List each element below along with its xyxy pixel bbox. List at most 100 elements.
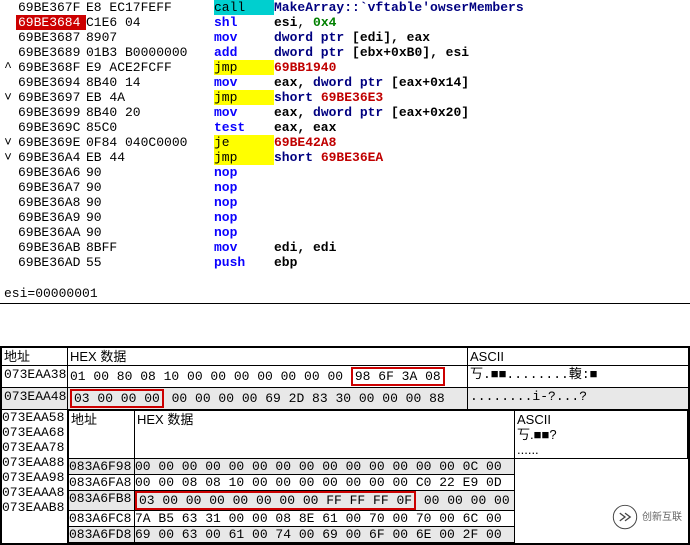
dump-row[interactable]: 073EAA3801 00 80 08 10 00 00 00 00 00 00… <box>2 366 689 388</box>
mnemonic: mov <box>214 75 274 90</box>
operands: dword ptr [ebx+0xB0], esi <box>274 45 686 60</box>
dump-row[interactable]: 083A6FD869 00 63 00 61 00 74 00 69 00 6F… <box>69 527 688 543</box>
mnemonic: mov <box>214 240 274 255</box>
col-address[interactable]: 地址 <box>69 411 135 459</box>
dump-addr: 073EAA98 <box>2 470 67 485</box>
bytes: EB 44 <box>86 150 214 165</box>
bytes: 55 <box>86 255 214 270</box>
disassembly-panel[interactable]: 69BE367FE8 EC17FEFFcallMakeArray::`vftab… <box>0 0 690 312</box>
dump-row[interactable]: 083A6FC87A B5 63 31 00 00 08 8E 61 00 70… <box>69 511 688 527</box>
mnemonic: nop <box>214 180 274 195</box>
address: 69BE3684 <box>16 15 86 30</box>
operands: ebp <box>274 255 686 270</box>
col-address[interactable]: 地址 <box>2 348 68 366</box>
dump-row[interactable]: 083A6F9800 00 00 00 00 00 00 00 00 00 00… <box>69 459 688 475</box>
dump-addr: 083A6F98 <box>69 459 135 475</box>
dump-hex: 00 00 08 08 10 00 00 00 00 00 00 00 C0 2… <box>135 475 515 491</box>
operands: MakeArray::`vftable'owserMembers <box>274 0 686 15</box>
disasm-row[interactable]: 69BE36AD55pushebp <box>0 255 690 270</box>
panel-divider <box>0 303 690 304</box>
bytes: 90 <box>86 195 214 210</box>
address: 69BE36A7 <box>16 180 86 195</box>
bytes: E9 ACE2FCFF <box>86 60 214 75</box>
mnemonic: push <box>214 255 274 270</box>
mnemonic: nop <box>214 195 274 210</box>
operands: eax, dword ptr [eax+0x14] <box>274 75 686 90</box>
bytes: 90 <box>86 225 214 240</box>
address: 69BE368F <box>16 60 86 75</box>
disasm-row[interactable]: ˅69BE36A4EB 44jmpshort 69BE36EA <box>0 150 690 165</box>
col-ascii[interactable]: ASCII 丂.■■?...... <box>515 411 688 459</box>
address: 69BE367F <box>16 0 86 15</box>
mnemonic: jmp <box>214 150 274 165</box>
disasm-row[interactable]: 69BE36AB8BFFmovedi, edi <box>0 240 690 255</box>
disasm-row[interactable]: 69BE368901B3 B0000000adddword ptr [ebx+0… <box>0 45 690 60</box>
bytes: C1E6 04 <box>86 15 214 30</box>
col-hex[interactable]: HEX 数据 <box>68 348 468 366</box>
mnemonic: add <box>214 45 274 60</box>
disasm-row[interactable]: 69BE3684C1E6 04shlesi, 0x4 <box>0 15 690 30</box>
operands: 69BE42A8 <box>274 135 686 150</box>
dump-hex: 00 00 00 00 00 00 00 00 00 00 00 00 00 0… <box>135 459 515 475</box>
col-ascii[interactable]: ASCII <box>468 348 689 366</box>
operands: edi, edi <box>274 240 686 255</box>
mnemonic: mov <box>214 105 274 120</box>
mnemonic: nop <box>214 210 274 225</box>
operands: eax, eax <box>274 120 686 135</box>
disasm-row[interactable]: 69BE369C85C0testeax, eax <box>0 120 690 135</box>
disasm-row[interactable]: 69BE36A890nop <box>0 195 690 210</box>
dump-row[interactable]: 083A6FB803 00 00 00 00 00 00 00 FF FF FF… <box>69 491 688 511</box>
disasm-row[interactable]: ˅69BE3697EB 4Ajmpshort 69BE36E3 <box>0 90 690 105</box>
dump-hex: 03 00 00 00 00 00 00 00 69 2D 83 30 00 0… <box>68 388 468 410</box>
dump-addr: 083A6FA8 <box>69 475 135 491</box>
dump-addr: 073EAAA8 <box>2 485 67 500</box>
mnemonic: je <box>214 135 274 150</box>
disasm-row[interactable]: 69BE36A790nop <box>0 180 690 195</box>
hex-dump-primary[interactable]: 地址 HEX 数据 ASCII 073EAA3801 00 80 08 10 0… <box>0 346 690 545</box>
disasm-row[interactable]: ^69BE368FE9 ACE2FCFFjmp69BB1940 <box>0 60 690 75</box>
disasm-row[interactable]: 69BE36A990nop <box>0 210 690 225</box>
disasm-row[interactable]: 69BE36998B40 20moveax, dword ptr [eax+0x… <box>0 105 690 120</box>
address: 69BE36A9 <box>16 210 86 225</box>
dump-addr: 083A6FD8 <box>69 527 135 543</box>
address: 69BE369C <box>16 120 86 135</box>
dump-hex: 7A B5 63 31 00 00 08 8E 61 00 70 00 70 0… <box>135 511 515 527</box>
address: 69BE36A4 <box>16 150 86 165</box>
register-status: esi=00000001 <box>0 285 690 302</box>
address: 69BE36AA <box>16 225 86 240</box>
operands: 69BB1940 <box>274 60 686 75</box>
operands: esi, 0x4 <box>274 15 686 30</box>
bytes: 90 <box>86 180 214 195</box>
mnemonic: test <box>214 120 274 135</box>
dump-row[interactable]: 073EAA4803 00 00 00 00 00 00 00 69 2D 83… <box>2 388 689 410</box>
mnemonic: call <box>214 0 274 15</box>
bytes: 8B40 14 <box>86 75 214 90</box>
watermark-text: 创新互联 <box>642 510 682 525</box>
disasm-row[interactable]: 69BE36A690nop <box>0 165 690 180</box>
operands: dword ptr [edi], eax <box>274 30 686 45</box>
disasm-row[interactable]: 69BE36AA90nop <box>0 225 690 240</box>
col-hex[interactable]: HEX 数据 <box>135 411 515 459</box>
dump2-header-row: 地址 HEX 数据 ASCII 丂.■■?...... <box>69 411 688 459</box>
hex-dump-secondary[interactable]: 地址 HEX 数据 ASCII 丂.■■?...... 083A6F9800 0… <box>68 410 688 543</box>
dump-addr: 073EAA38 <box>2 366 68 388</box>
disasm-row[interactable]: 69BE367FE8 EC17FEFFcallMakeArray::`vftab… <box>0 0 690 15</box>
address: 69BE36A6 <box>16 165 86 180</box>
mnemonic: shl <box>214 15 274 30</box>
dump-row[interactable]: 083A6FA800 00 08 08 10 00 00 00 00 00 00… <box>69 475 688 491</box>
address: 69BE36A8 <box>16 195 86 210</box>
disasm-row[interactable] <box>0 270 690 285</box>
address: 69BE3689 <box>16 45 86 60</box>
disasm-row[interactable]: 69BE36878907movdword ptr [edi], eax <box>0 30 690 45</box>
logo-icon <box>612 504 638 530</box>
bytes: 01B3 B0000000 <box>86 45 214 60</box>
dump-addr: 073EAA78 <box>2 440 67 455</box>
disasm-row[interactable]: 69BE36948B40 14moveax, dword ptr [eax+0x… <box>0 75 690 90</box>
bytes: EB 4A <box>86 90 214 105</box>
bytes: 8BFF <box>86 240 214 255</box>
address: 69BE3697 <box>16 90 86 105</box>
mnemonic: nop <box>214 225 274 240</box>
disasm-row[interactable]: ˅69BE369E0F84 040C0000je69BE42A8 <box>0 135 690 150</box>
mnemonic: jmp <box>214 90 274 105</box>
address: 69BE3694 <box>16 75 86 90</box>
